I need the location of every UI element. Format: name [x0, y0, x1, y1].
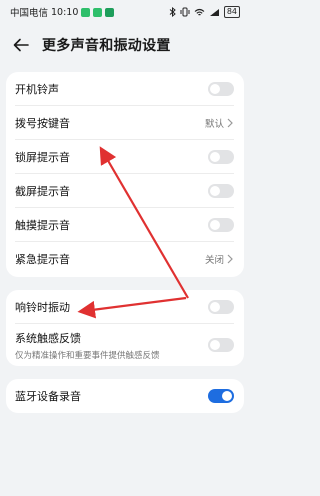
- setting-row-screenshot-sound[interactable]: 截屏提示音: [6, 174, 244, 208]
- vibrate-on-ring-toggle[interactable]: [208, 300, 234, 314]
- toggle-knob: [222, 391, 232, 401]
- bluetooth-recording-toggle[interactable]: [208, 389, 234, 403]
- toggle-knob: [210, 220, 220, 230]
- app-notification-icon: [93, 7, 103, 17]
- app-notification-icon: [81, 7, 91, 17]
- setting-label: 紧急提示音: [15, 253, 70, 266]
- boot-ringtone-toggle[interactable]: [208, 82, 234, 96]
- haptic-feedback-toggle[interactable]: [208, 338, 234, 352]
- setting-value: 默认: [204, 119, 224, 130]
- battery-indicator: 84: [223, 6, 240, 18]
- setting-row-touch-sound[interactable]: 触摸提示音: [6, 208, 244, 242]
- setting-label: 响铃时振动: [15, 301, 70, 314]
- setting-label: 蓝牙设备录音: [15, 390, 81, 403]
- bluetooth-icon: [169, 7, 176, 17]
- chevron-right-icon: [227, 118, 233, 128]
- page-header: 更多声音和振动设置: [0, 30, 250, 60]
- toggle-knob: [210, 340, 220, 350]
- setting-row-lock-sound[interactable]: 锁屏提示音: [6, 140, 244, 174]
- app-notification-icon: [105, 7, 115, 17]
- setting-row-vibrate-on-ring[interactable]: 响铃时振动: [6, 290, 244, 324]
- setting-row-bluetooth-recording[interactable]: 蓝牙设备录音: [6, 379, 244, 413]
- vibrate-icon: [180, 7, 190, 17]
- wifi-icon: [194, 8, 205, 15]
- toggle-knob: [210, 186, 220, 196]
- clock-text: 10:10: [51, 6, 79, 18]
- setting-label: 触摸提示音: [15, 219, 70, 232]
- setting-label: 锁屏提示音: [15, 151, 70, 164]
- toggle-knob: [210, 84, 220, 94]
- signal-icon: [209, 8, 219, 16]
- setting-row-boot-ringtone[interactable]: 开机铃声: [6, 72, 244, 106]
- toggle-knob: [210, 152, 220, 162]
- vibration-settings-card: 响铃时振动 系统触感反馈 仅为精准操作和重要事件提供触感反馈: [6, 290, 244, 366]
- page-title: 更多声音和振动设置: [42, 38, 171, 54]
- screenshot-sound-toggle[interactable]: [208, 184, 234, 198]
- bluetooth-settings-card: 蓝牙设备录音: [6, 379, 244, 413]
- setting-label: 开机铃声: [15, 83, 59, 96]
- setting-row-emergency-sound[interactable]: 紧急提示音 关闭: [6, 242, 244, 276]
- setting-value: 关闭: [204, 255, 224, 266]
- status-bar: 中国电信 10:10 84: [0, 0, 250, 24]
- toggle-knob: [210, 302, 220, 312]
- touch-sound-toggle[interactable]: [208, 218, 234, 232]
- lock-sound-toggle[interactable]: [208, 150, 234, 164]
- carrier-text: 中国电信: [10, 8, 49, 19]
- setting-label: 系统触感反馈: [15, 331, 81, 345]
- setting-description: 仅为精准操作和重要事件提供触感反馈: [15, 350, 160, 361]
- setting-label: 拨号按键音: [15, 117, 70, 130]
- setting-label: 截屏提示音: [15, 185, 70, 198]
- chevron-right-icon: [227, 254, 233, 264]
- setting-row-haptic-feedback[interactable]: 系统触感反馈 仅为精准操作和重要事件提供触感反馈: [6, 324, 244, 366]
- arrow-left-icon[interactable]: [12, 36, 30, 54]
- sound-settings-card: 开机铃声 拨号按键音 默认 锁屏提示音 截屏提示音 触摸提示音 紧急提示音 关闭: [6, 72, 244, 277]
- setting-row-dial-tone[interactable]: 拨号按键音 默认: [6, 106, 244, 140]
